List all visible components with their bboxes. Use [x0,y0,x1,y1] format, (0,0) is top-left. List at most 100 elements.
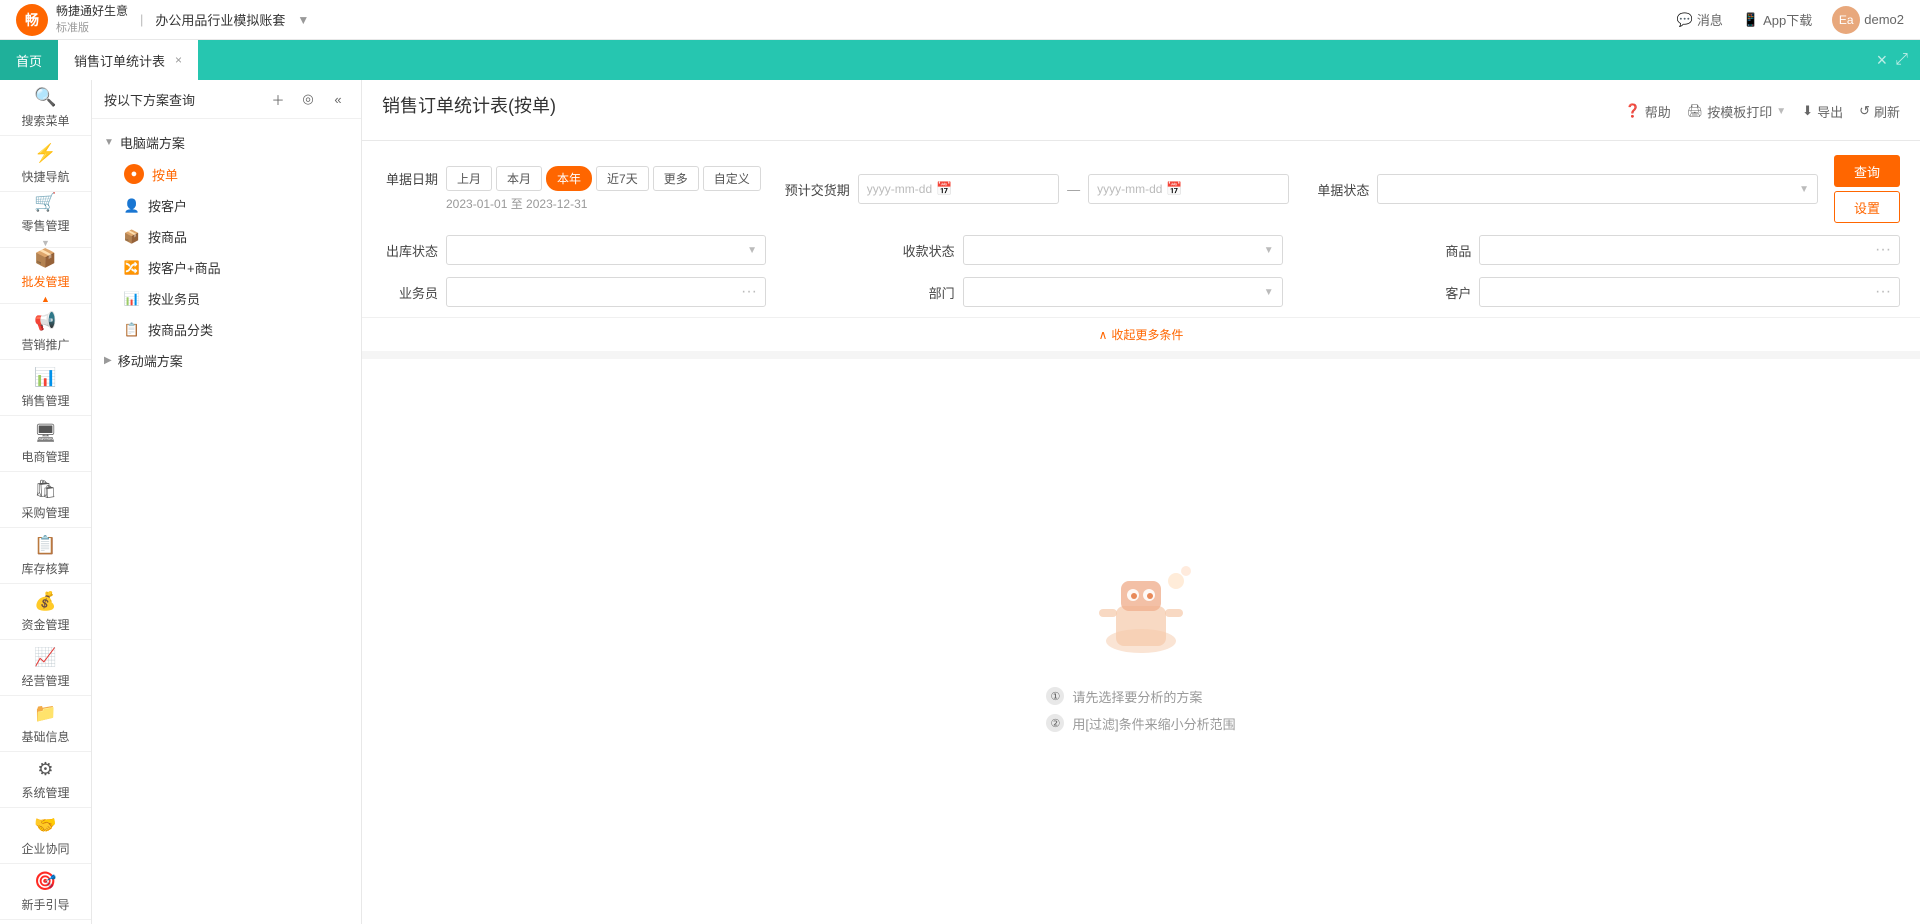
print-icon: 🖨 [1687,103,1704,119]
collapse-panel-btn[interactable]: « [327,88,349,110]
more-btn[interactable]: 更多 [653,166,699,191]
bill-date-cell: 单据日期 上月 本月 本年 近7天 更多 自定义 2023-01-0 [382,166,761,212]
print-arrow-icon[interactable]: ▼ [1776,106,1786,117]
top-bar-left: 畅 畅捷通好生意 标准版 | 办公用品行业模拟账套 ▼ [16,4,309,36]
salesperson-input[interactable]: ··· [446,277,766,307]
goods-input[interactable]: ··· [1479,235,1900,265]
sidebar-item-quick-nav[interactable]: ⚡ 快捷导航 [0,136,91,192]
sidebar-item-ecommerce[interactable]: 🖥 电商管理 [0,416,91,472]
goods-dots-btn[interactable]: ··· [1875,241,1891,259]
sidebar-item-purchase[interactable]: 🛍 采购管理 [0,472,91,528]
calendar-icon-2: 📅 [1166,181,1182,197]
last7days-btn[interactable]: 近7天 [596,166,649,191]
scheme-list: ▼ 电脑端方案 ● 按单 👤 按客户 📦 [92,119,361,384]
tab-maximize-icon[interactable]: ⤢ [1895,51,1908,69]
department-label: 部门 [899,283,955,302]
page-title-row: 销售订单统计表(按单) ❓ 帮助 🖨 按模板打印 ▼ ⬇ [382,92,1900,140]
tab-bar-right: × ⤢ [1877,50,1920,71]
bill-date-label: 单据日期 [382,169,438,188]
scheme-item-by-goods[interactable]: 📦 按商品 [92,221,361,252]
sidebar-item-enterprise[interactable]: 🤝 企业协同 [0,808,91,864]
help-btn[interactable]: ❓ 帮助 [1625,102,1671,121]
message-btn[interactable]: 💬 消息 [1677,10,1723,29]
expected-date-end[interactable]: yyyy-mm-dd 📅 [1088,174,1289,204]
salesperson-label: 业务员 [382,283,438,302]
main-content-wrapper: 按以下方案查询 ＋ ◎ « ▼ 电脑端方案 [92,80,1920,924]
page-title: 销售订单统计表(按单) [382,92,556,130]
sidebar-item-appcenter[interactable]: 📱 应用中心 [0,920,91,924]
department-caret: ▼ [1264,287,1274,298]
page-header: 销售订单统计表(按单) ❓ 帮助 🖨 按模板打印 ▼ ⬇ [362,80,1920,141]
by-salesperson-icon: 📊 [124,291,140,307]
tab-active[interactable]: 销售订单统计表 × [58,40,198,80]
sidebar-item-wholesale[interactable]: 📦 批发管理 ▲ [0,248,91,304]
sidebar-item-finance[interactable]: 💰 资金管理 [0,584,91,640]
sidebar-item-newbie[interactable]: 🎯 新手引导 [0,864,91,920]
wholesale-icon: 📦 [34,248,56,269]
department-select[interactable]: ▼ [963,277,1283,307]
sidebar-item-operation[interactable]: 📈 经营管理 [0,640,91,696]
operation-icon: 📈 [34,647,56,668]
this-month-btn[interactable]: 本月 [496,166,542,191]
tab-close-icon[interactable]: × [175,53,182,67]
last-month-btn[interactable]: 上月 [446,166,492,191]
scheme-item-by-category[interactable]: 📋 按商品分类 [92,314,361,345]
goods-label: 商品 [1415,241,1471,260]
help-icon: ❓ [1625,103,1641,119]
header-actions: ❓ 帮助 🖨 按模板打印 ▼ ⬇ 导出 ↺ [1625,102,1900,121]
expected-date-start[interactable]: yyyy-mm-dd 📅 [858,174,1059,204]
tab-minimize-icon[interactable]: × [1877,50,1888,71]
right-panel: 销售订单统计表(按单) ❓ 帮助 🖨 按模板打印 ▼ ⬇ [362,80,1920,924]
by-category-icon: 📋 [124,322,140,338]
tab-bar: 首页 销售订单统计表 × × ⤢ [0,40,1920,80]
by-goods-icon: 📦 [124,229,140,245]
customer-dots-btn[interactable]: ··· [1875,283,1891,301]
hint-num-2: ② [1046,714,1064,732]
receipt-status-cell: 收款状态 ▼ [899,235,1384,265]
export-icon: ⬇ [1802,103,1813,119]
top-bar: 畅 畅捷通好生意 标准版 | 办公用品行业模拟账套 ▼ 💬 消息 📱 App下载… [0,0,1920,40]
print-btn[interactable]: 🖨 按模板打印 ▼ [1687,102,1786,121]
export-btn[interactable]: ⬇ 导出 [1802,102,1843,121]
sidebar-item-inventory[interactable]: 📋 库存核算 [0,528,91,584]
goods-cell: 商品 ··· [1415,235,1900,265]
scheme-item-by-customer[interactable]: 👤 按客户 [92,190,361,221]
salesperson-dots-btn[interactable]: ··· [741,283,757,301]
quick-nav-icon: ⚡ [34,143,56,164]
tab-home[interactable]: 首页 [0,40,58,80]
sidebar-item-search[interactable]: 🔍 搜索菜单 [0,80,91,136]
scheme-item-by-customer-goods[interactable]: 🔀 按客户+商品 [92,252,361,283]
by-customer-icon: 👤 [124,198,140,214]
user-area[interactable]: Ea demo2 [1832,6,1904,34]
purchase-icon: 🛍 [34,479,57,500]
department-cell: 部门 ▼ [899,277,1384,307]
edit-scheme-btn[interactable]: ◎ [297,88,319,110]
add-scheme-btn[interactable]: ＋ [267,88,289,110]
main-layout: 🔍 搜索菜单 ⚡ 快捷导航 🛒 零售管理 ▼ 📦 批发管理 ▲ 📢 营销推广 📊… [0,80,1920,924]
pc-group-title[interactable]: ▼ 电脑端方案 [92,127,361,158]
app-download-btn[interactable]: 📱 App下载 [1743,10,1812,29]
scheme-item-by-order[interactable]: ● 按单 [92,158,361,190]
sidebar-item-system[interactable]: ⚙ 系统管理 [0,752,91,808]
scheme-item-by-salesperson[interactable]: 📊 按业务员 [92,283,361,314]
refresh-btn[interactable]: ↺ 刷新 [1859,102,1900,121]
filter-area: 单据日期 上月 本月 本年 近7天 更多 自定义 2023-01-0 [362,141,1920,351]
sidebar-item-basic[interactable]: 📁 基础信息 [0,696,91,752]
sidebar-item-retail[interactable]: 🛒 零售管理 ▼ [0,192,91,248]
mobile-group-title[interactable]: ▶ 移动端方案 [92,345,361,376]
sidebar-item-marketing[interactable]: 📢 营销推广 [0,304,91,360]
this-year-btn[interactable]: 本年 [546,166,592,191]
search-btn[interactable]: 查询 [1834,155,1900,187]
collapse-bar[interactable]: ∧ 收起更多条件 [362,317,1920,351]
empty-hint-2: ② 用[过滤]条件来缩小分析范围 [1046,714,1235,733]
out-status-select[interactable]: ▼ [446,235,766,265]
finance-icon: 💰 [34,591,56,612]
bill-status-select[interactable]: ▼ [1377,174,1818,204]
customer-input[interactable]: ··· [1479,277,1900,307]
window-title-dropdown[interactable]: ▼ [297,13,309,27]
receipt-status-select[interactable]: ▼ [963,235,1283,265]
custom-btn[interactable]: 自定义 [703,166,761,191]
sidebar-item-sales[interactable]: 📊 销售管理 [0,360,91,416]
filter-row-3: 业务员 ··· 部门 ▼ 客户 [382,277,1900,307]
setting-btn[interactable]: 设置 [1834,191,1900,223]
